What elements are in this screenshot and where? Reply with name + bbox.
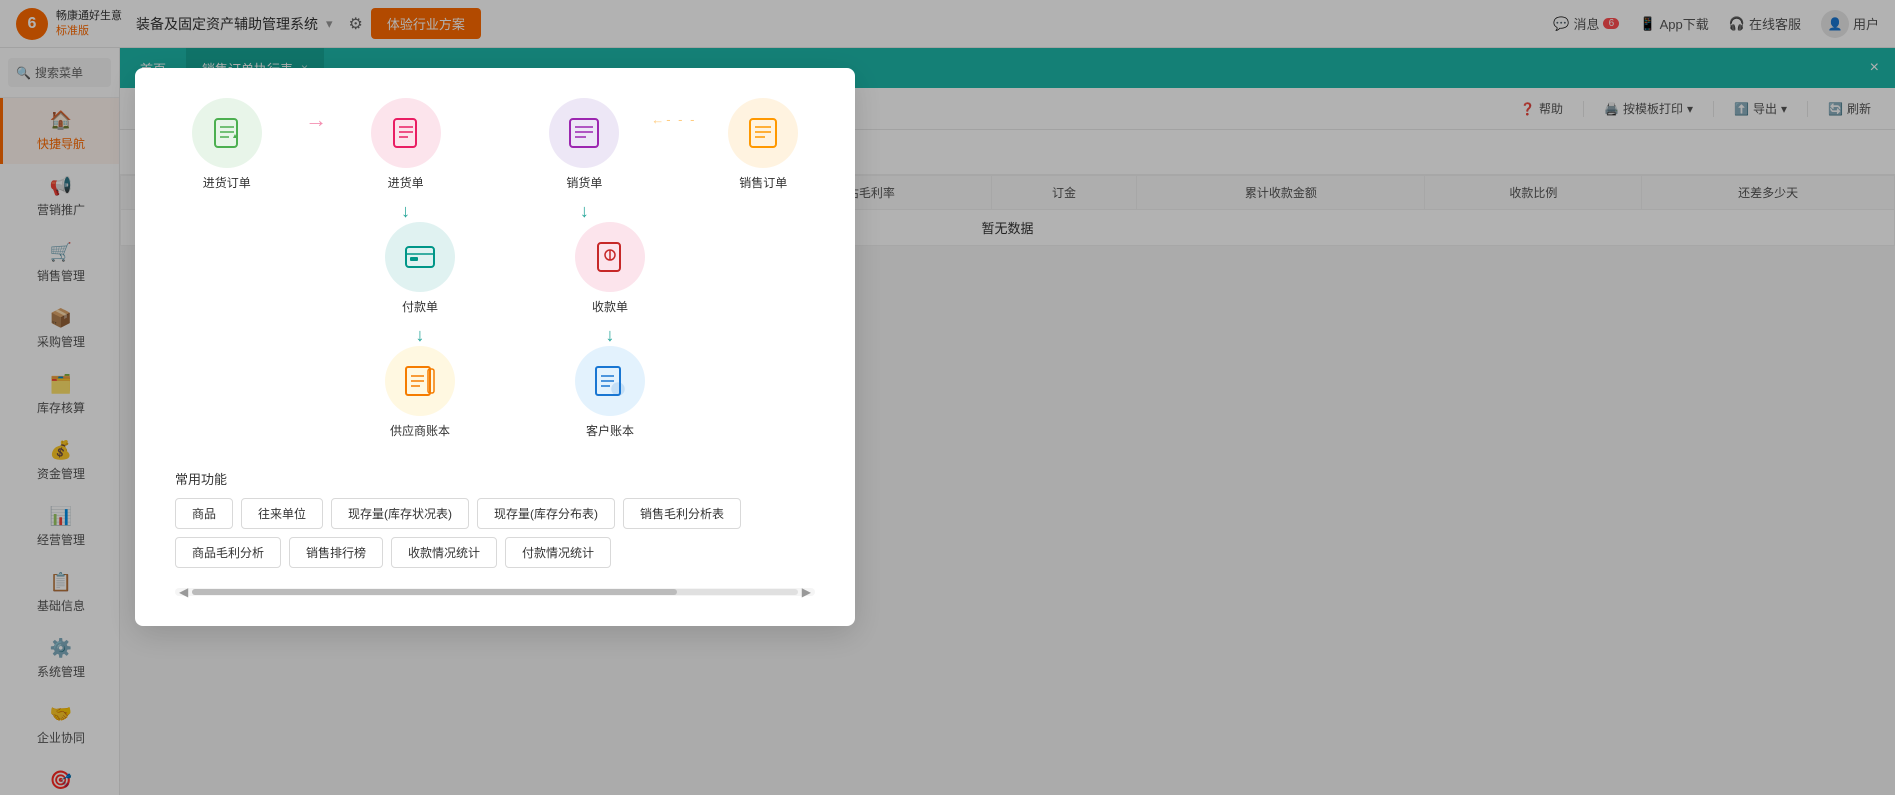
fn-btn-sales-gross[interactable]: 销售毛利分析表 — [623, 498, 741, 529]
down-arrow-receipt: ↓ — [555, 325, 665, 346]
down-arrow-payment: ↓ — [365, 325, 475, 346]
fn-btn-sales-rank[interactable]: 销售排行榜 — [289, 537, 383, 568]
purchase-bill-circle — [371, 98, 441, 168]
down-arrow-sales: ↓ — [533, 201, 637, 222]
fn-btn-payment-stats[interactable]: 付款情况统计 — [505, 537, 611, 568]
common-functions: 常用功能 商品 往来单位 现存量(库存状况表) 现存量(库存分布表) 销售毛利分… — [175, 469, 815, 568]
sales-bill-circle — [549, 98, 619, 168]
flow-node-purchase-order[interactable]: 进货订单 — [175, 98, 279, 191]
scroll-track[interactable] — [192, 589, 798, 595]
flow-node-sales-order[interactable]: 销售订单 — [711, 98, 815, 191]
sales-order-label: 销售订单 — [739, 174, 787, 191]
flow-diagram: 进货订单 → 进货单 — [175, 98, 815, 449]
flow-node-sales-bill[interactable]: 销货单 — [533, 98, 637, 191]
fn-btn-stock-dist[interactable]: 现存量(库存分布表) — [477, 498, 615, 529]
down-arrow-purchase: ↓ — [354, 201, 458, 222]
sales-bill-label: 销货单 — [566, 174, 602, 191]
receipt-bill-label: 收款单 — [592, 298, 628, 315]
scroll-right-arrow[interactable]: ▶ — [798, 585, 815, 599]
supplier-ledger-label: 供应商账本 — [390, 422, 450, 439]
arrow-1: → — [279, 107, 354, 183]
fn-btn-product-gross[interactable]: 商品毛利分析 — [175, 537, 281, 568]
purchase-bill-label: 进货单 — [388, 174, 424, 191]
purchase-order-label: 进货订单 — [203, 174, 251, 191]
flow-row-1: 进货订单 → 进货单 — [175, 98, 815, 191]
scroll-thumb — [192, 589, 676, 595]
scroll-left-arrow[interactable]: ◀ — [175, 585, 192, 599]
customer-ledger-circle — [575, 346, 645, 416]
receipt-bill-circle — [575, 222, 645, 292]
purchase-order-circle — [192, 98, 262, 168]
fn-btn-receipt-stats[interactable]: 收款情况统计 — [391, 537, 497, 568]
function-buttons: 商品 往来单位 现存量(库存状况表) 现存量(库存分布表) 销售毛利分析表 商品… — [175, 498, 815, 568]
modal-scrollbar[interactable]: ◀ ▶ — [175, 588, 815, 596]
supplier-ledger-circle — [385, 346, 455, 416]
fn-btn-stock-status[interactable]: 现存量(库存状况表) — [331, 498, 469, 529]
common-functions-title: 常用功能 — [175, 469, 815, 488]
fn-btn-product[interactable]: 商品 — [175, 498, 233, 529]
modal-box: 进货订单 → 进货单 — [135, 68, 855, 626]
fn-btn-contacts[interactable]: 往来单位 — [241, 498, 323, 529]
arrow-dashed-1: ←- - - — [636, 112, 711, 177]
customer-ledger-label: 客户账本 — [586, 422, 634, 439]
modal-overlay[interactable]: 进货订单 → 进货单 — [0, 0, 1895, 795]
flow-node-supplier-ledger[interactable]: 供应商账本 — [365, 346, 475, 439]
flow-row-3: 供应商账本 客户账本 — [175, 346, 815, 439]
flow-node-purchase-bill[interactable]: 进货单 — [354, 98, 458, 191]
flow-row-2: 付款单 收款单 — [175, 222, 815, 315]
sales-order-circle — [728, 98, 798, 168]
payment-bill-label: 付款单 — [402, 298, 438, 315]
flow-node-customer-ledger[interactable]: 客户账本 — [555, 346, 665, 439]
payment-bill-circle — [385, 222, 455, 292]
flow-down-arrows-row: ↓ ↓ — [175, 201, 815, 222]
flow-down-arrows-row-2: ↓ ↓ — [175, 325, 815, 346]
flow-node-payment-bill[interactable]: 付款单 — [365, 222, 475, 315]
flow-node-receipt-bill[interactable]: 收款单 — [555, 222, 665, 315]
